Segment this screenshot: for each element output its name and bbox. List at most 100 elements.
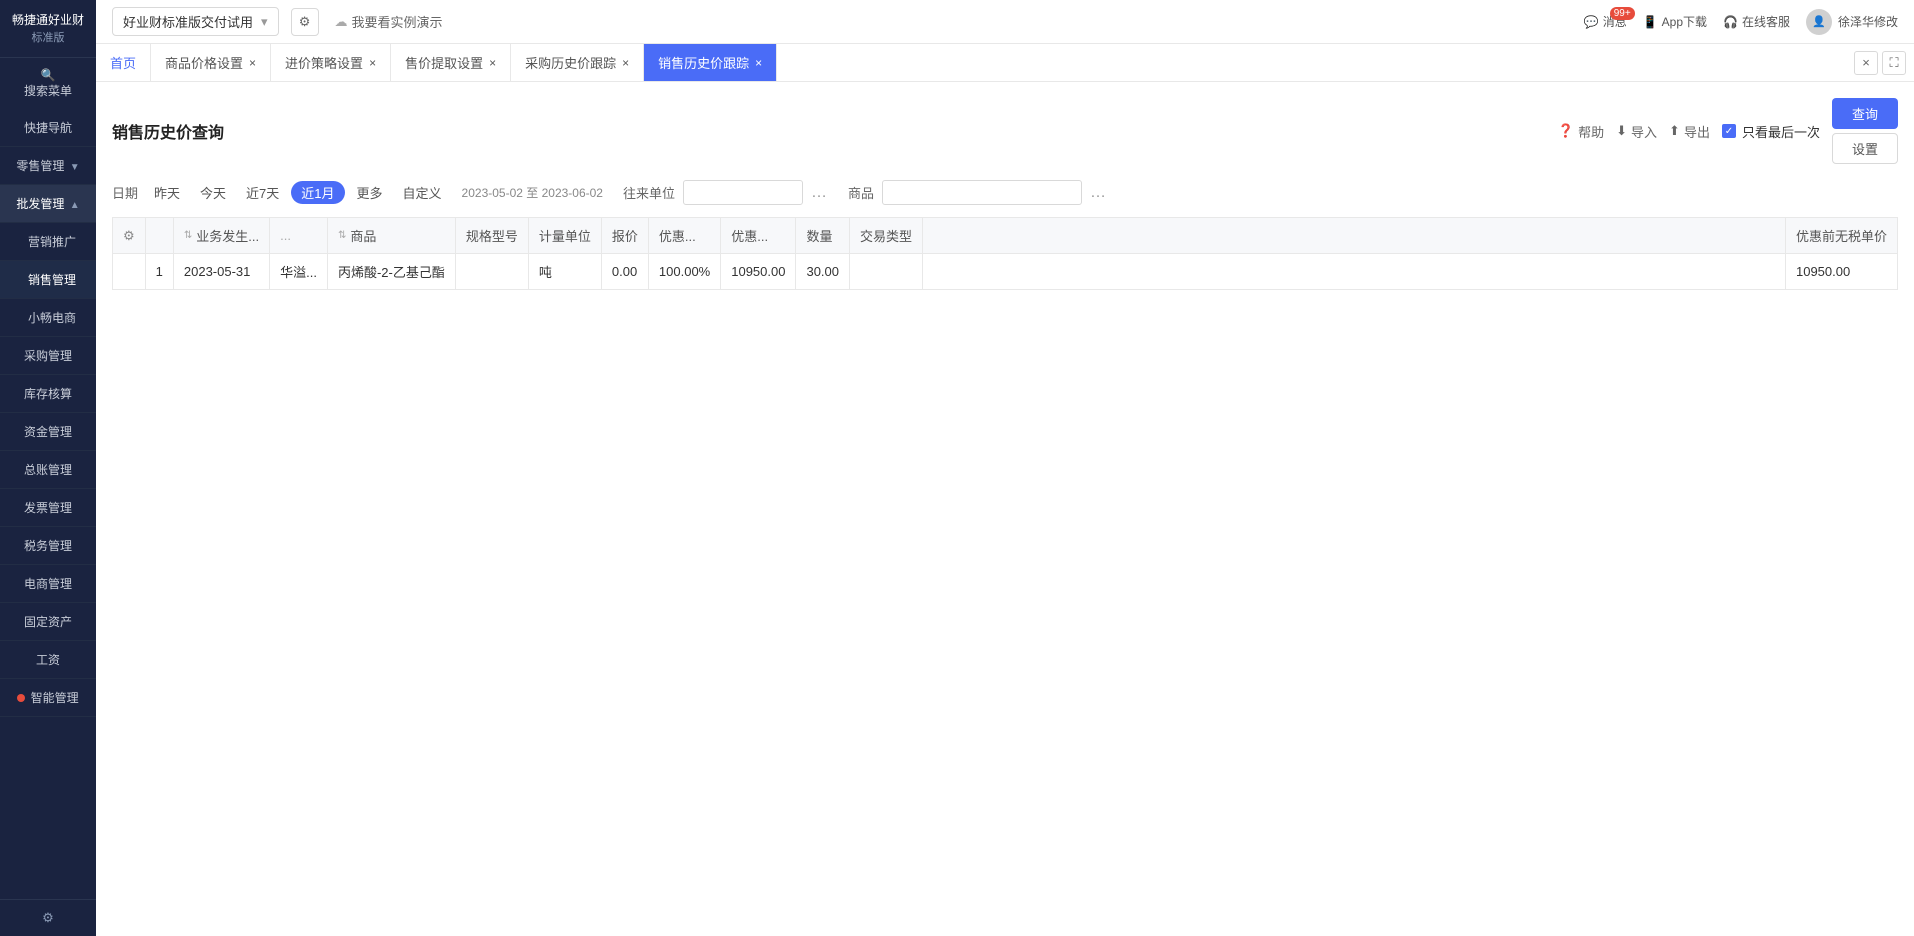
app-download-label: App下载	[1662, 13, 1707, 30]
sidebar-item-payroll[interactable]: 工资	[0, 641, 96, 679]
product-more-button[interactable]: …	[1090, 184, 1107, 202]
message-icon: 💬	[1584, 15, 1599, 29]
date-btn-7days[interactable]: 近7天	[238, 181, 287, 204]
header-left: 好业财标准版交付试用 ▾ ⚙ ☁ 我要看实例演示	[112, 7, 1584, 36]
only-last-label: 只看最后一次	[1742, 122, 1820, 141]
date-btn-more[interactable]: 更多	[349, 181, 391, 204]
sidebar-settings-button[interactable]: ⚙	[0, 899, 96, 936]
sidebar-item-purchase[interactable]: 采购管理	[0, 337, 96, 375]
data-table: ⚙ ⇅ 业务发生... ... ⇅	[112, 217, 1898, 290]
sidebar-item-retail[interactable]: 零售管理 ▼	[0, 147, 96, 185]
cell-trade-type	[850, 254, 923, 290]
header-right: 💬 消息 99+ 📱 App下载 🎧 在线客服 👤 徐泽华修改	[1584, 9, 1898, 35]
top-header: 好业财标准版交付试用 ▾ ⚙ ☁ 我要看实例演示 💬 消息 99+ 📱 App下…	[96, 0, 1914, 44]
gear-icon: ⚙	[299, 14, 311, 30]
messages-badge: 99+	[1610, 7, 1635, 20]
page-actions: ❓ 帮助 ⬇ 导入 ⬆ 导出 ✓ 只看最后一次 查询 设置	[1558, 98, 1898, 164]
date-btn-1month[interactable]: 近1月	[291, 181, 344, 204]
th-unit: 计量单位	[528, 218, 601, 254]
download-icon: 📱	[1643, 15, 1658, 29]
from-unit-filter: 往来单位 …	[623, 180, 828, 205]
cell-unit: 吨	[528, 254, 601, 290]
sidebar-item-ledger[interactable]: 总账管理	[0, 451, 96, 489]
tab-purchase-history[interactable]: 采购历史价跟踪 ×	[511, 44, 644, 82]
content-area: 销售历史价查询 ❓ 帮助 ⬇ 导入 ⬆ 导出 ✓ 只看最后一次	[96, 82, 1914, 936]
sidebar-item-ecommerce[interactable]: 电商管理	[0, 565, 96, 603]
app-selector[interactable]: 好业财标准版交付试用 ▾	[112, 7, 279, 36]
tab-close-icon[interactable]: ×	[622, 56, 629, 70]
cell-dots: 华溢...	[270, 254, 328, 290]
tab-close-icon[interactable]: ×	[249, 56, 256, 70]
chevron-up-icon: ▲	[70, 200, 80, 211]
from-unit-more-button[interactable]: …	[811, 184, 828, 202]
sidebar-item-invoice[interactable]: 发票管理	[0, 489, 96, 527]
th-spacer	[923, 218, 1786, 254]
logo-title: 畅捷通好业财	[8, 12, 88, 29]
date-btn-today[interactable]: 今天	[192, 181, 234, 204]
tab-close-all-button[interactable]: ×	[1854, 51, 1878, 75]
th-price: 报价	[601, 218, 648, 254]
tab-home[interactable]: 首页	[96, 44, 151, 82]
sidebar-item-ecommerce-sm[interactable]: 小畅电商	[0, 299, 96, 337]
user-info[interactable]: 👤 徐泽华修改	[1806, 9, 1898, 35]
tab-maximize-button[interactable]: ⛶	[1882, 51, 1906, 75]
demo-link[interactable]: ☁ 我要看实例演示	[335, 12, 443, 31]
help-icon: ❓	[1558, 123, 1574, 139]
import-button[interactable]: ⬇ 导入	[1616, 122, 1657, 141]
online-service-button[interactable]: 🎧 在线客服	[1723, 13, 1790, 30]
th-spec: 规格型号	[455, 218, 528, 254]
avatar-icon: 👤	[1812, 15, 1826, 28]
sidebar-item-smart[interactable]: 智能管理	[0, 679, 96, 717]
tab-product-price[interactable]: 商品价格设置 ×	[151, 44, 271, 82]
chevron-down-icon: ▾	[261, 14, 268, 30]
sidebar-item-inventory[interactable]: 库存核算	[0, 375, 96, 413]
messages-button[interactable]: 💬 消息 99+	[1584, 13, 1627, 30]
tab-bar: 首页 商品价格设置 × 进价策略设置 × 售价提取设置 × 采购历史价跟踪 × …	[96, 44, 1914, 82]
sidebar-item-capital[interactable]: 资金管理	[0, 413, 96, 451]
th-product[interactable]: ⇅ 商品	[327, 218, 455, 254]
sidebar-item-sales[interactable]: 销售管理	[0, 261, 96, 299]
product-input[interactable]	[882, 180, 1082, 205]
sidebar-item-search[interactable]: 🔍 搜索菜单	[0, 58, 96, 109]
tab-close-icon[interactable]: ×	[489, 56, 496, 70]
th-discount2: 优惠...	[721, 218, 796, 254]
table-row: 1 2023-05-31 华溢... 丙烯酸-2-乙基己酯 吨 0.00 100…	[113, 254, 1898, 290]
tab-close-icon[interactable]: ×	[755, 56, 762, 70]
sidebar-item-assets[interactable]: 固定资产	[0, 603, 96, 641]
help-button[interactable]: ❓ 帮助	[1558, 122, 1604, 141]
app-download-button[interactable]: 📱 App下载	[1643, 13, 1707, 30]
avatar: 👤	[1806, 9, 1832, 35]
tab-right-actions: × ⛶	[1854, 51, 1914, 75]
page-title: 销售历史价查询	[112, 119, 224, 143]
th-dots[interactable]: ...	[270, 218, 328, 254]
sidebar-item-marketing[interactable]: 营销推广	[0, 223, 96, 261]
settings-gear-button[interactable]: ⚙	[291, 8, 319, 36]
cell-quantity: 30.00	[796, 254, 850, 290]
date-btn-custom[interactable]: 自定义	[395, 181, 450, 204]
tab-purchase-strategy[interactable]: 进价策略设置 ×	[271, 44, 391, 82]
tab-sale-history[interactable]: 销售历史价跟踪 ×	[644, 44, 777, 82]
from-unit-label: 往来单位	[623, 183, 675, 202]
export-button[interactable]: ⬆ 导出	[1669, 122, 1710, 141]
only-last-checkbox[interactable]: ✓	[1722, 124, 1736, 138]
cell-spec	[455, 254, 528, 290]
column-gear-icon[interactable]: ⚙	[123, 228, 135, 243]
sidebar: 畅捷通好业财 标准版 🔍 搜索菜单 快捷导航 零售管理 ▼ 批发管理 ▲ 营销推…	[0, 0, 96, 936]
query-button[interactable]: 查询	[1832, 98, 1898, 129]
sidebar-item-tax[interactable]: 税务管理	[0, 527, 96, 565]
cell-product: 丙烯酸-2-乙基己酯	[327, 254, 455, 290]
export-icon: ⬆	[1669, 123, 1680, 139]
demo-link-label: 我要看实例演示	[352, 12, 443, 31]
dot-icon	[17, 694, 25, 702]
tab-sale-extract[interactable]: 售价提取设置 ×	[391, 44, 511, 82]
sidebar-item-wholesale[interactable]: 批发管理 ▲	[0, 185, 96, 223]
date-range-display: 2023-05-02 至 2023-06-02	[462, 184, 603, 201]
date-btn-yesterday[interactable]: 昨天	[146, 181, 188, 204]
th-business-date[interactable]: ⇅ 业务发生...	[173, 218, 269, 254]
cell-discount2: 10950.00	[721, 254, 796, 290]
from-unit-input[interactable]	[683, 180, 803, 205]
cell-business-date: 2023-05-31	[173, 254, 269, 290]
tab-close-icon[interactable]: ×	[369, 56, 376, 70]
page-settings-button[interactable]: 设置	[1832, 133, 1898, 164]
sidebar-item-quick-nav[interactable]: 快捷导航	[0, 109, 96, 147]
